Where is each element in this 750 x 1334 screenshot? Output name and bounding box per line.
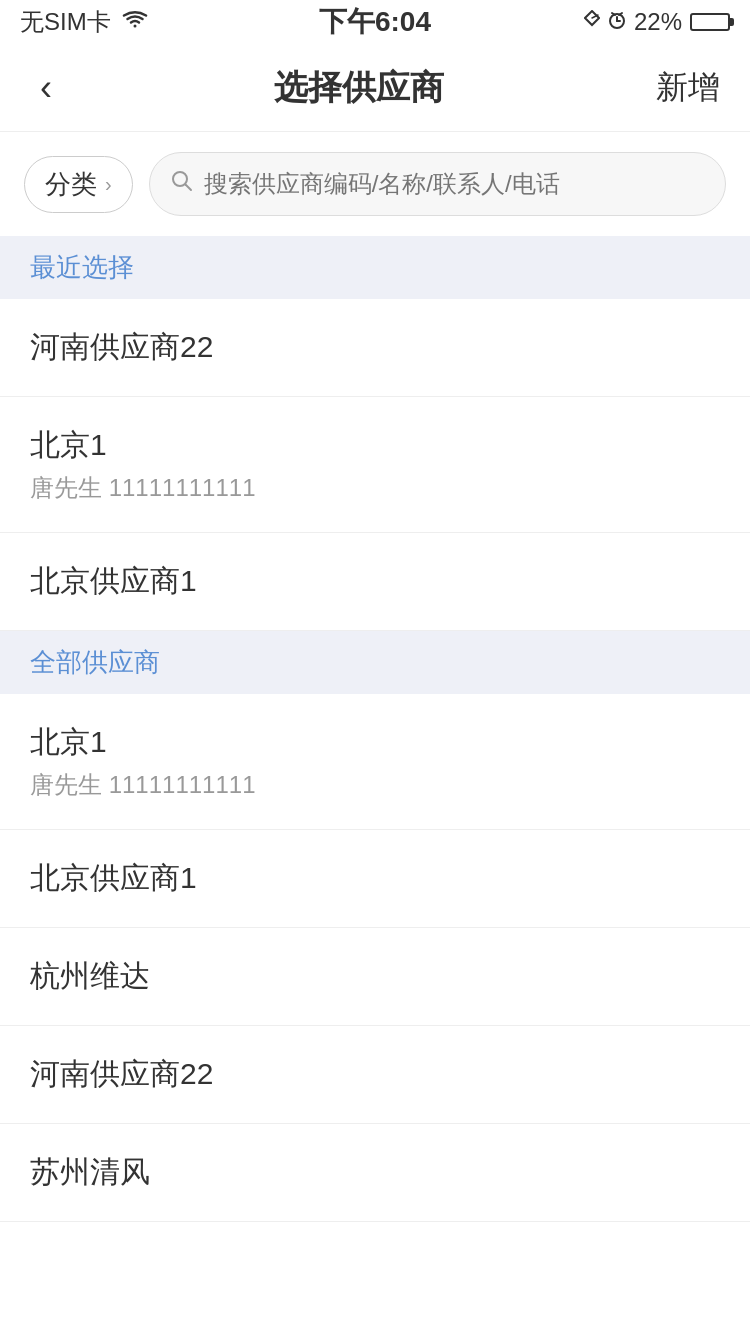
battery-icon xyxy=(690,13,730,31)
status-right: 22% xyxy=(584,8,730,36)
nav-bar: ‹ 选择供应商 新增 xyxy=(0,44,750,132)
item-name: 杭州维达 xyxy=(30,956,720,997)
battery-percent: 22% xyxy=(634,8,682,36)
status-bar: 无SIM卡 下午6:04 xyxy=(0,0,750,44)
list-item[interactable]: 北京1 唐先生 11111111111 xyxy=(0,397,750,533)
item-sub: 唐先生 11111111111 xyxy=(30,769,720,801)
all-items-list: 北京1 唐先生 11111111111 北京供应商1 杭州维达 河南供应商22 苏… xyxy=(0,694,750,1222)
chevron-right-icon: › xyxy=(105,173,112,196)
status-left: 无SIM卡 xyxy=(20,6,149,38)
item-name: 河南供应商22 xyxy=(30,327,720,368)
recent-items-list: 河南供应商22 北京1 唐先生 11111111111 北京供应商1 xyxy=(0,299,750,631)
category-filter[interactable]: 分类 › xyxy=(24,156,133,213)
list-item[interactable]: 杭州维达 xyxy=(0,928,750,1026)
add-button[interactable]: 新增 xyxy=(656,66,720,110)
carrier-label: 无SIM卡 xyxy=(20,6,111,38)
search-input[interactable] xyxy=(204,170,705,198)
recent-section-header: 最近选择 xyxy=(0,236,750,299)
list-item[interactable]: 河南供应商22 xyxy=(0,299,750,397)
list-item[interactable]: 河南供应商22 xyxy=(0,1026,750,1124)
alarm-icon xyxy=(608,8,626,36)
item-name: 苏州清风 xyxy=(30,1152,720,1193)
all-section-header: 全部供应商 xyxy=(0,631,750,694)
location-icon xyxy=(584,8,600,36)
wifi-icon xyxy=(121,8,149,36)
item-name: 河南供应商22 xyxy=(30,1054,720,1095)
list-item[interactable]: 北京供应商1 xyxy=(0,533,750,631)
all-section-label: 全部供应商 xyxy=(30,647,160,677)
back-button[interactable]: ‹ xyxy=(30,57,62,119)
svg-line-6 xyxy=(185,185,191,191)
item-sub: 唐先生 11111111111 xyxy=(30,472,720,504)
list-item[interactable]: 苏州清风 xyxy=(0,1124,750,1222)
search-icon xyxy=(170,168,194,200)
category-label: 分类 xyxy=(45,167,97,202)
filter-bar: 分类 › xyxy=(0,132,750,236)
list-item[interactable]: 北京1 唐先生 11111111111 xyxy=(0,694,750,830)
item-name: 北京1 xyxy=(30,425,720,466)
list-item[interactable]: 北京供应商1 xyxy=(0,830,750,928)
item-name: 北京供应商1 xyxy=(30,858,720,899)
item-name: 北京1 xyxy=(30,722,720,763)
page-title: 选择供应商 xyxy=(274,65,444,111)
item-name: 北京供应商1 xyxy=(30,561,720,602)
recent-section-label: 最近选择 xyxy=(30,252,134,282)
search-box[interactable] xyxy=(149,152,726,216)
status-time: 下午6:04 xyxy=(319,3,431,41)
